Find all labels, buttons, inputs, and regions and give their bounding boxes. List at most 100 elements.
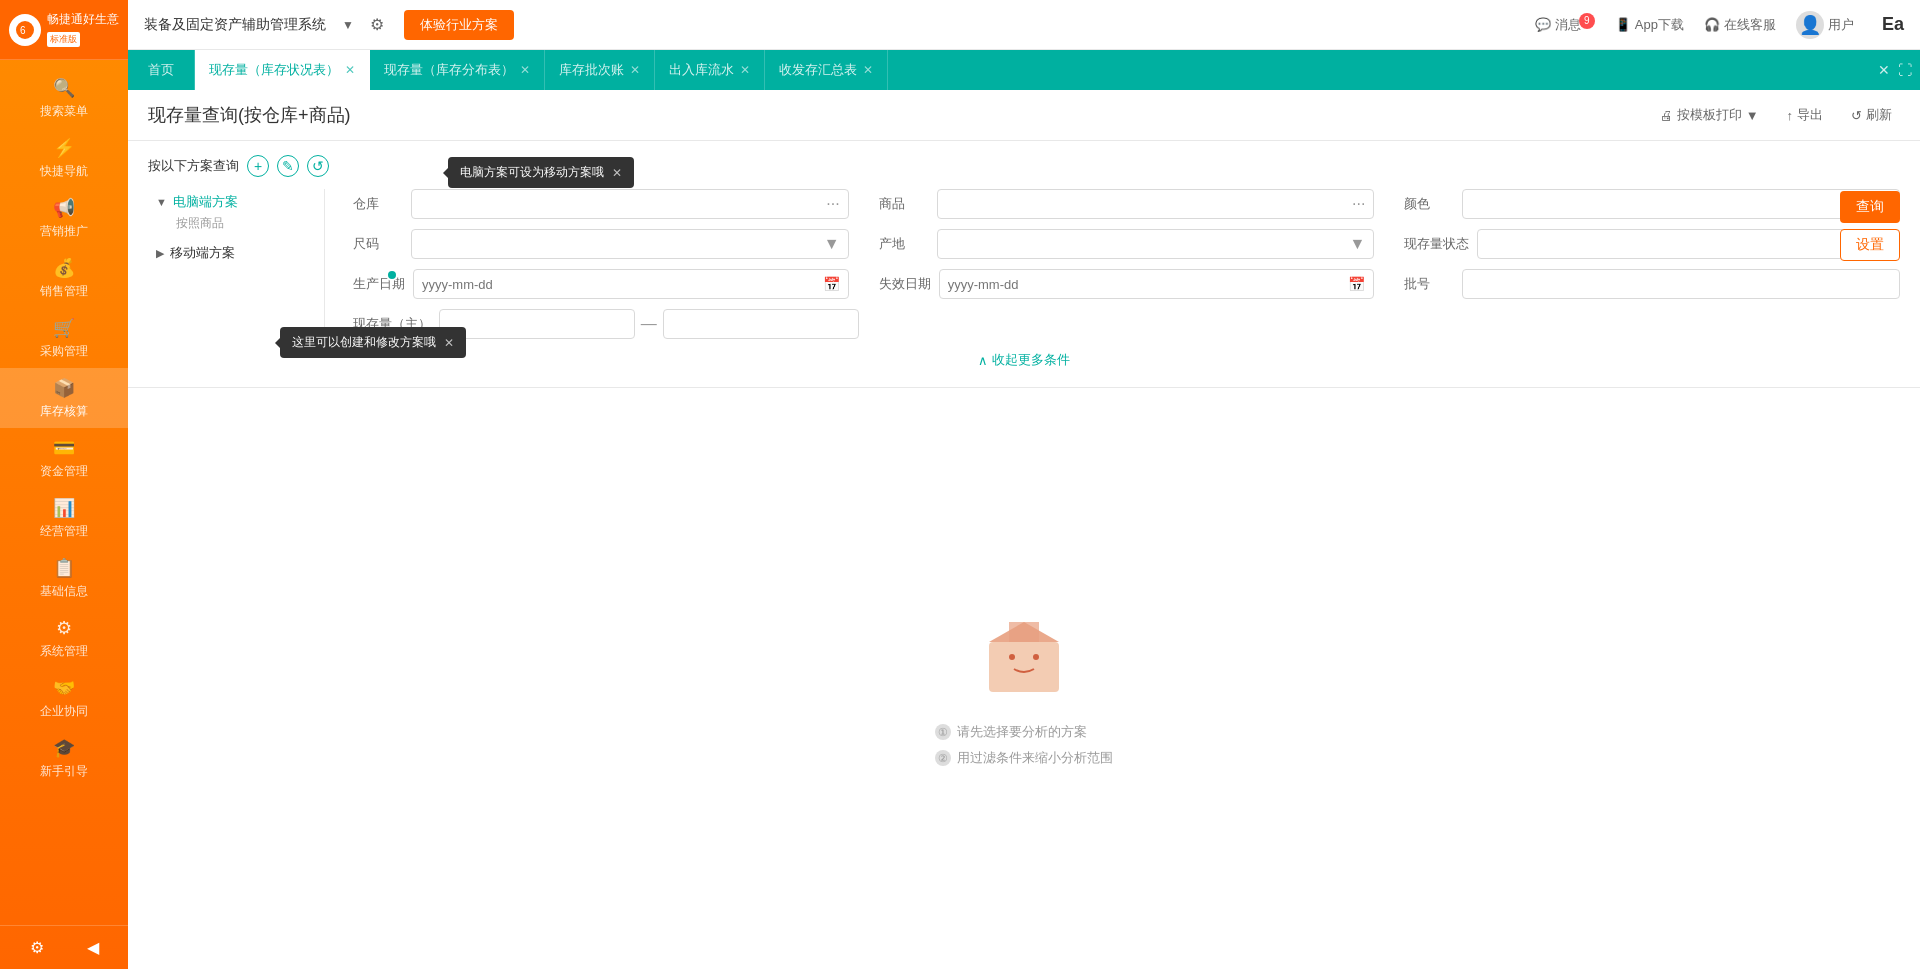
inventory-icon: 📦	[53, 377, 75, 399]
tooltip-1-close[interactable]: ✕	[612, 166, 622, 180]
sidebar-item-label: 企业协同	[40, 703, 88, 720]
color-select[interactable]: ▼	[1462, 189, 1900, 219]
filter-edit-btn[interactable]: ✎	[277, 155, 299, 177]
batch-label: 批号	[1404, 275, 1454, 293]
sidebar-item-marketing[interactable]: 📢 营销推广	[0, 188, 128, 248]
sidebar-item-label: 基础信息	[40, 583, 88, 600]
print-dropdown-icon: ▼	[1746, 108, 1759, 123]
logo-icon: 6	[9, 14, 41, 46]
empty-tips: ① 请先选择要分析的方案 ② 用过滤条件来缩小分析范围	[935, 719, 1113, 771]
batch-input[interactable]	[1462, 269, 1900, 299]
tooltip-2-close[interactable]: ✕	[444, 336, 454, 350]
scheme-arrow-mobile: ▶	[156, 247, 164, 260]
svg-rect-2	[989, 642, 1059, 692]
origin-select[interactable]: ▼	[937, 229, 1375, 259]
sidebar-item-basic[interactable]: 📋 基础信息	[0, 548, 128, 608]
filter-refresh-btn[interactable]: ↺	[307, 155, 329, 177]
empty-tip-2: ② 用过滤条件来缩小分析范围	[935, 745, 1113, 771]
chevron-down-icon: ▼	[342, 18, 354, 32]
experience-btn[interactable]: 体验行业方案	[404, 10, 514, 40]
produce-date-calendar-icon[interactable]: 📅	[823, 276, 840, 292]
sidebar-item-quick-nav[interactable]: ⚡ 快捷导航	[0, 128, 128, 188]
tab-collect-send[interactable]: 收发存汇总表 ✕	[765, 50, 888, 90]
online-support-btn[interactable]: 🎧 在线客服	[1704, 16, 1776, 34]
tab-inout-flow[interactable]: 出入库流水 ✕	[655, 50, 765, 90]
stock-amount-min[interactable]	[439, 309, 635, 339]
sidebar-item-guide[interactable]: 🎓 新手引导	[0, 728, 128, 788]
stock-amount-range: —	[439, 309, 859, 339]
print-btn[interactable]: 🖨 按模板打印 ▼	[1652, 102, 1767, 128]
sidebar-item-label: 搜索菜单	[40, 103, 88, 120]
scheme-item-pc[interactable]: ▼ 电脑端方案	[156, 189, 296, 215]
sidebar-item-system[interactable]: ⚙ 系统管理	[0, 608, 128, 668]
tab-batch-ledger-close[interactable]: ✕	[630, 63, 640, 77]
messages-label: 消息	[1555, 16, 1581, 34]
tab-home[interactable]: 首页	[128, 50, 195, 90]
collapse-sidebar-icon[interactable]: ◀	[87, 938, 99, 957]
stock-amount-max[interactable]	[663, 309, 859, 339]
goods-input[interactable]: ···	[937, 189, 1375, 219]
scheme-tree: ▼ 电脑端方案 按照商品 ▶ 移动端方案	[156, 189, 296, 343]
expire-date-input[interactable]: 📅	[939, 269, 1375, 299]
expire-date-field[interactable]	[948, 277, 1345, 292]
settings-bottom-icon[interactable]: ⚙	[30, 938, 44, 957]
tabbar-close-icon[interactable]: ✕	[1878, 62, 1890, 78]
scheme-label-pc: 电脑端方案	[173, 193, 238, 211]
tab-inventory-dist[interactable]: 现存量（库存分布表） ✕	[370, 50, 545, 90]
sidebar-item-operations[interactable]: 📊 经营管理	[0, 488, 128, 548]
tabbar-expand-icon[interactable]: ⛶	[1898, 62, 1912, 78]
sidebar-item-inventory[interactable]: 📦 库存核算	[0, 368, 128, 428]
stock-status-select[interactable]: ▼	[1477, 229, 1900, 259]
sidebar-item-finance[interactable]: 💳 资金管理	[0, 428, 128, 488]
sidebar-item-label: 资金管理	[40, 463, 88, 480]
tab-inventory-status-label: 现存量（库存状况表）	[209, 61, 339, 79]
refresh-label: 刷新	[1866, 106, 1892, 124]
produce-date-field[interactable]	[422, 277, 819, 292]
empty-tip-2-text: 用过滤条件来缩小分析范围	[957, 745, 1113, 771]
tab-inout-flow-close[interactable]: ✕	[740, 63, 750, 77]
size-select[interactable]: ▼	[411, 229, 849, 259]
messages-btn[interactable]: 💬 消息 9	[1535, 16, 1595, 34]
app-download-btn[interactable]: 📱 App下载	[1615, 16, 1684, 34]
refresh-btn[interactable]: ↺ 刷新	[1843, 102, 1900, 128]
tab-batch-ledger[interactable]: 库存批次账 ✕	[545, 50, 655, 90]
sidebar-item-search-menu[interactable]: 🔍 搜索菜单	[0, 68, 128, 128]
sidebar-bottom: ⚙ ◀	[0, 925, 128, 969]
edit-icon: ✎	[282, 158, 294, 174]
ea-text: Ea	[1882, 14, 1904, 35]
tab-inventory-status[interactable]: 现存量（库存状况表） ✕	[195, 50, 370, 90]
expire-date-calendar-icon[interactable]: 📅	[1348, 276, 1365, 292]
system-dropdown[interactable]: ▼	[342, 18, 354, 32]
export-icon: ↑	[1787, 108, 1794, 123]
search-menu-icon: 🔍	[53, 77, 75, 99]
enterprise-icon: 🤝	[53, 677, 75, 699]
tabbar-actions: ✕ ⛶	[1878, 62, 1920, 78]
main-content: 装备及固定资产辅助管理系统 ▼ ⚙ 体验行业方案 💬 消息 9 📱 App下载 …	[128, 0, 1920, 969]
export-btn[interactable]: ↑ 导出	[1779, 102, 1832, 128]
tab-collect-send-close[interactable]: ✕	[863, 63, 873, 77]
warehouse-label: 仓库	[353, 195, 403, 213]
query-btn[interactable]: 查询	[1840, 191, 1900, 223]
reset-btn[interactable]: 设置	[1840, 229, 1900, 261]
tip-num-1: ①	[935, 724, 951, 740]
sidebar-item-label: 营销推广	[40, 223, 88, 240]
dot-indicator-1	[386, 269, 398, 281]
sidebar-item-sales[interactable]: 💰 销售管理	[0, 248, 128, 308]
sidebar-item-enterprise[interactable]: 🤝 企业协同	[0, 668, 128, 728]
scheme-item-mobile[interactable]: ▶ 移动端方案	[156, 240, 296, 266]
svg-rect-4	[1009, 622, 1039, 642]
topbar-settings-icon[interactable]: ⚙	[370, 15, 384, 34]
filter-row-origin: 产地 ▼	[879, 229, 1375, 259]
tab-inventory-status-close[interactable]: ✕	[345, 63, 355, 77]
sidebar-item-purchase[interactable]: 🛒 采购管理	[0, 308, 128, 368]
filter-add-btn[interactable]: +	[247, 155, 269, 177]
tab-inventory-dist-close[interactable]: ✕	[520, 63, 530, 77]
user-btn[interactable]: 👤 用户	[1796, 11, 1854, 39]
filter-header: 按以下方案查询 + ✎ ↺	[148, 155, 1900, 177]
size-chevron: ▼	[824, 235, 840, 253]
sales-icon: 💰	[53, 257, 75, 279]
warehouse-input[interactable]: ···	[411, 189, 849, 219]
size-label: 尺码	[353, 235, 403, 253]
scheme-sub-item: 按照商品	[156, 215, 296, 232]
produce-date-input[interactable]: 📅	[413, 269, 849, 299]
